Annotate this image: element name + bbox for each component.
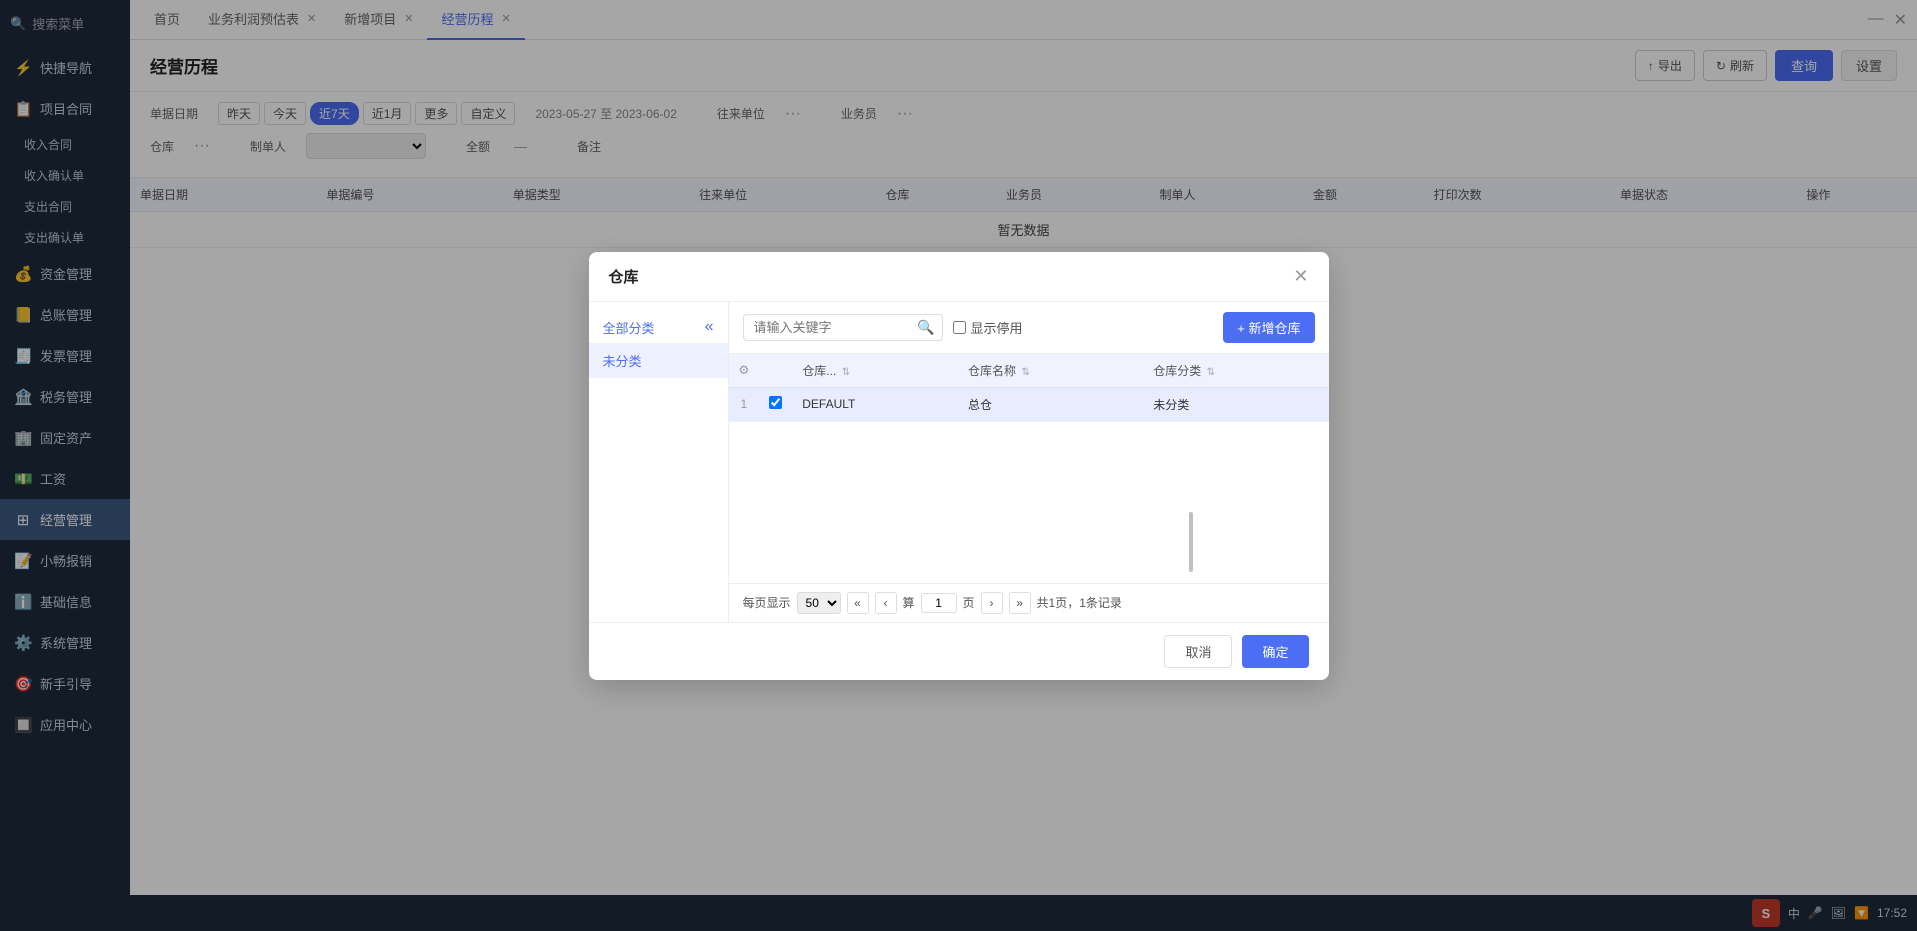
dialog-toolbar: 🔍 显示停用 + 新增仓库: [729, 302, 1329, 354]
all-category-label[interactable]: 全部分类: [603, 318, 655, 337]
left-panel-scrollbar: [1189, 512, 1193, 572]
col-code-label: 仓库...: [802, 364, 836, 378]
dialog-table-area: ⚙ 仓库... ⇅ 仓库名称 ⇅: [729, 354, 1329, 583]
dialog-search-input[interactable]: [743, 314, 943, 341]
dialog-page-label2: 页: [963, 594, 975, 611]
add-warehouse-button[interactable]: + 新增仓库: [1223, 312, 1314, 343]
table-row[interactable]: 1 DEFAULT 总仓 未分类: [729, 387, 1329, 421]
col-name[interactable]: 仓库名称 ⇅: [958, 354, 1143, 388]
cancel-button[interactable]: 取消: [1164, 635, 1232, 668]
col-code[interactable]: 仓库... ⇅: [792, 354, 958, 388]
col-category-label: 仓库分类: [1153, 364, 1201, 378]
dialog-total: 共1页，1条记录: [1037, 594, 1122, 611]
row-checkbox[interactable]: [769, 396, 782, 409]
dialog-page-prev[interactable]: ‹: [875, 592, 897, 614]
sort-icon3: ⇅: [1207, 367, 1215, 378]
row-checkbox-cell[interactable]: [759, 387, 792, 421]
col-name-label: 仓库名称: [968, 364, 1016, 378]
col-check: [759, 354, 792, 388]
show-disabled-label[interactable]: 显示停用: [953, 318, 1023, 337]
search-input-wrap: 🔍: [743, 314, 943, 341]
dialog-close-icon[interactable]: ✕: [1293, 266, 1308, 287]
sort-icon2: ⇅: [1021, 367, 1029, 378]
row-name: 总仓: [958, 387, 1143, 421]
dialog-page-input[interactable]: [921, 593, 957, 613]
dialog-table: ⚙ 仓库... ⇅ 仓库名称 ⇅: [729, 354, 1329, 422]
search-icon[interactable]: 🔍: [917, 319, 934, 336]
page-size-label: 每页显示: [743, 594, 791, 611]
panel-item-label: 未分类: [603, 354, 642, 369]
panel-header: 全部分类 «: [589, 312, 728, 343]
panel-collapse-icon[interactable]: «: [705, 318, 714, 336]
dialog-pagination: 每页显示 50 « ‹ 算 页 › » 共1页，1条记录: [729, 583, 1329, 622]
dialog-right-panel: 🔍 显示停用 + 新增仓库 ⚙: [729, 302, 1329, 622]
row-code: DEFAULT: [792, 387, 958, 421]
panel-item-unclassified[interactable]: 未分类: [589, 343, 728, 378]
row-category: 未分类: [1143, 387, 1328, 421]
warehouse-dialog: 仓库 ✕ 全部分类 « 未分类: [589, 252, 1329, 680]
dialog-body: 全部分类 « 未分类 🔍: [589, 302, 1329, 622]
modal-overlay: 仓库 ✕ 全部分类 « 未分类: [0, 0, 1917, 931]
dialog-footer: 取消 确定: [589, 622, 1329, 680]
row-number: 1: [741, 397, 748, 411]
dialog-page-next[interactable]: ›: [981, 592, 1003, 614]
dialog-header: 仓库 ✕: [589, 252, 1329, 302]
show-disabled-text: 显示停用: [971, 318, 1023, 337]
show-disabled-checkbox[interactable]: [953, 321, 966, 334]
dialog-page-last[interactable]: »: [1009, 592, 1031, 614]
dialog-page-size[interactable]: 50: [797, 592, 841, 614]
dialog-page-first[interactable]: «: [847, 592, 869, 614]
dialog-left-panel: 全部分类 « 未分类: [589, 302, 729, 622]
sort-icon: ⇅: [842, 367, 850, 378]
col-category[interactable]: 仓库分类 ⇅: [1143, 354, 1328, 388]
add-btn-label: + 新增仓库: [1237, 318, 1300, 337]
dialog-page-label: 算: [903, 594, 915, 611]
dialog-title: 仓库: [609, 266, 639, 287]
col-settings[interactable]: ⚙: [729, 354, 760, 388]
confirm-button[interactable]: 确定: [1242, 635, 1308, 668]
row-settings: 1: [729, 387, 760, 421]
